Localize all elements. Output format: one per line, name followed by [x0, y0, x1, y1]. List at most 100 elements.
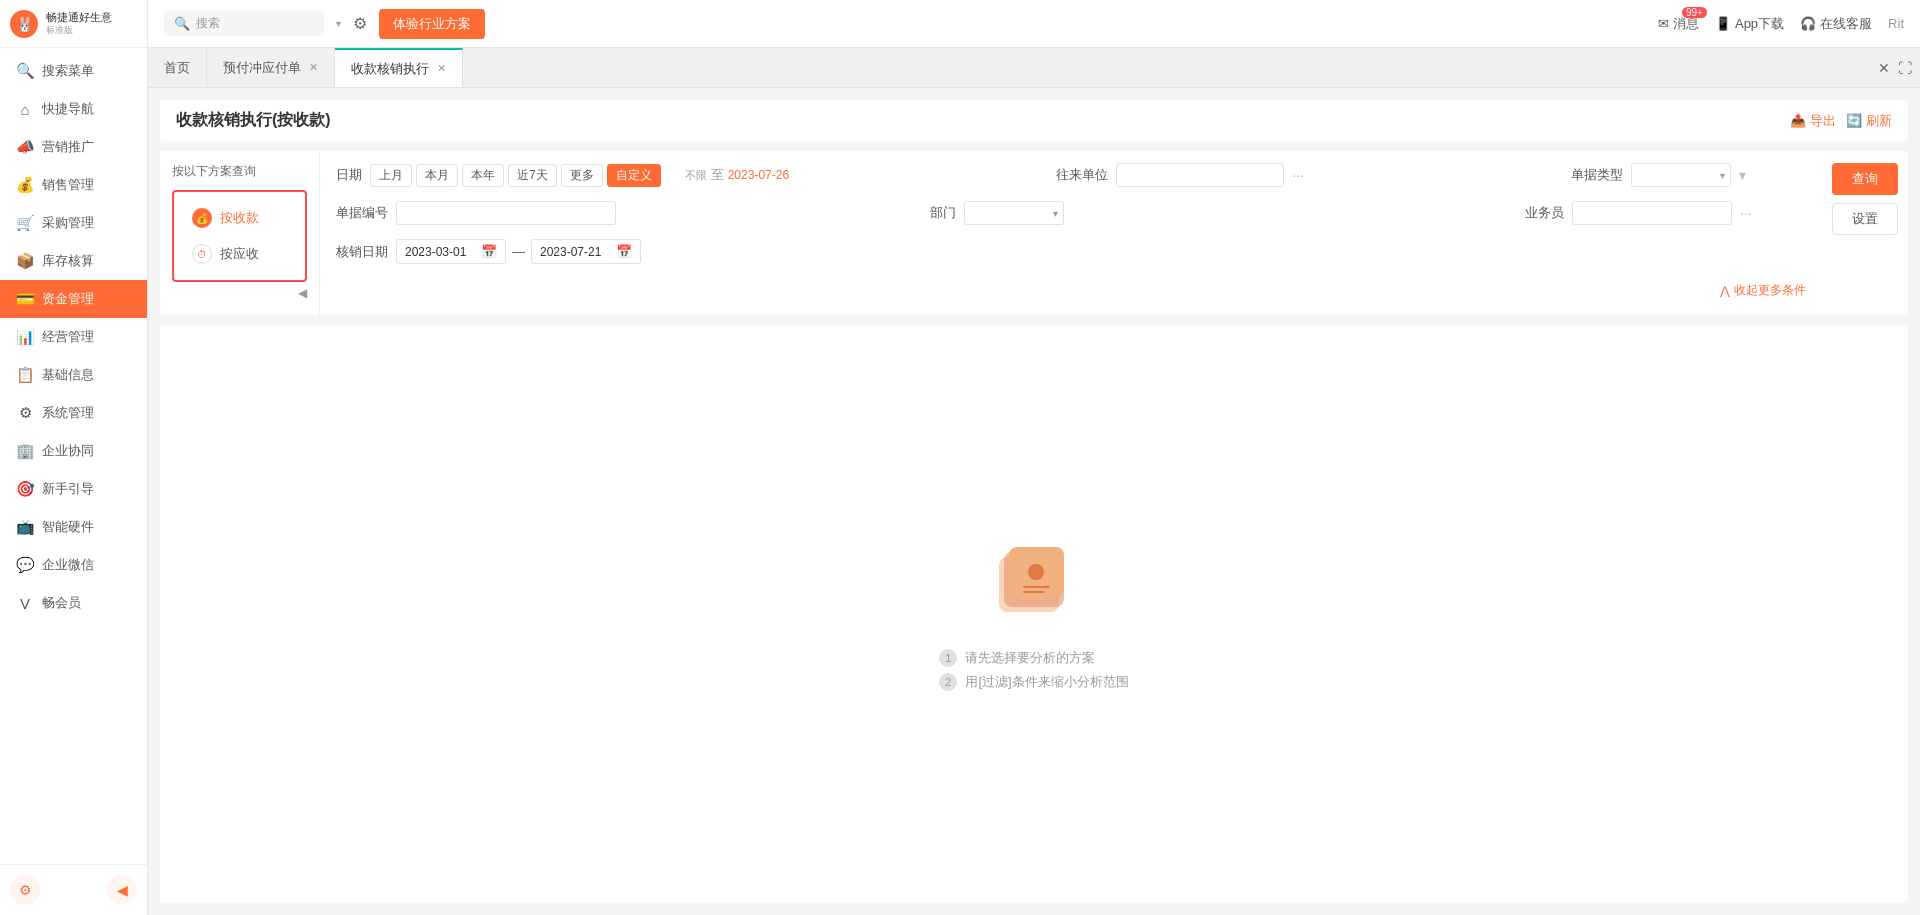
- sidebar-item-sales[interactable]: 💰 销售管理: [0, 166, 147, 204]
- sidebar-item-inventory[interactable]: 📦 库存核算: [0, 242, 147, 280]
- app-download-button[interactable]: 📱 App下载: [1715, 15, 1784, 33]
- staff-label: 业务员: [1525, 204, 1564, 222]
- filter-actions: 查询 设置: [1822, 151, 1908, 315]
- step-1-text: 请先选择要分析的方案: [965, 649, 1095, 667]
- message-button[interactable]: ✉ 消息 99+: [1658, 15, 1699, 33]
- online-service-button[interactable]: 🎧 在线客服: [1800, 15, 1872, 33]
- app-logo: 🐰 畅捷通好生意 标准版: [0, 0, 147, 48]
- sidebar-item-search[interactable]: 🔍 搜索菜单: [0, 52, 147, 90]
- nav-icon-guide: 🎯: [16, 480, 34, 498]
- voucher-no-input[interactable]: [396, 201, 616, 225]
- collapse-icon: ⋀: [1720, 284, 1730, 298]
- tab-prepay[interactable]: 预付冲应付单 ✕: [207, 48, 335, 87]
- by-receipt-icon: 💰: [192, 208, 212, 228]
- sidebar-item-purchase[interactable]: 🛒 采购管理: [0, 204, 147, 242]
- custom-btn[interactable]: 自定义: [607, 164, 661, 187]
- sidebar-item-system[interactable]: ⚙ 系统管理: [0, 394, 147, 432]
- this-month-btn[interactable]: 本月: [416, 164, 458, 187]
- sidebar-item-member[interactable]: V 畅会员: [0, 584, 147, 622]
- verify-date-field: 核销日期 2023-03-01 📅 — 2023-07-21 📅: [336, 239, 1806, 264]
- filter-sidebar-title: 按以下方案查询: [172, 163, 307, 180]
- message-icon: ✉: [1658, 16, 1669, 31]
- nav-label-wechat: 企业微信: [42, 556, 94, 574]
- collapse-label: 收起更多条件: [1734, 282, 1806, 299]
- export-label: 导出: [1810, 112, 1836, 130]
- sidebar-item-finance[interactable]: 💳 资金管理: [0, 280, 147, 318]
- tab-expand-icon[interactable]: ⛶: [1898, 60, 1912, 76]
- sidebar-item-marketing[interactable]: 📣 营销推广: [0, 128, 147, 166]
- query-button[interactable]: 查询: [1832, 163, 1898, 195]
- filter-row-3: 核销日期 2023-03-01 📅 — 2023-07-21 📅: [336, 239, 1806, 264]
- solution-button[interactable]: 体验行业方案: [379, 9, 485, 39]
- export-icon: 📤: [1790, 113, 1806, 128]
- tab-actions: ✕ ⛶: [1870, 48, 1920, 87]
- verify-date-end-value: 2023-07-21: [540, 245, 601, 259]
- counterparty-field: 往来单位 ···: [1056, 163, 1304, 187]
- settings-button[interactable]: 设置: [1832, 203, 1898, 235]
- filter-option-by-receipt[interactable]: 💰 按收款: [182, 200, 297, 236]
- tab-close-all-icon[interactable]: ✕: [1878, 60, 1890, 76]
- counterparty-input[interactable]: [1116, 163, 1284, 187]
- topbar-search-box[interactable]: 🔍 搜索: [164, 11, 324, 36]
- sidebar-item-enterprise[interactable]: 🏢 企业协同: [0, 432, 147, 470]
- verify-date-end-calendar-icon: 📅: [616, 244, 632, 259]
- service-label: 在线客服: [1820, 15, 1872, 33]
- tab-prepay-close[interactable]: ✕: [309, 61, 318, 74]
- nav-label-hardware: 智能硬件: [42, 518, 94, 536]
- prev-month-btn[interactable]: 上月: [370, 164, 412, 187]
- dept-select[interactable]: [964, 201, 1064, 225]
- step-1-num: 1: [939, 649, 957, 667]
- verify-date-end-input[interactable]: 2023-07-21 📅: [531, 239, 641, 264]
- nav-label-basic: 基础信息: [42, 366, 94, 384]
- dept-label: 部门: [930, 204, 956, 222]
- message-badge: 99+: [1682, 7, 1707, 18]
- staff-field: 业务员 ···: [1525, 201, 1806, 225]
- counterparty-more-dots[interactable]: ···: [1292, 167, 1304, 183]
- nav-label-member: 畅会员: [42, 594, 81, 612]
- tab-receipt-verify[interactable]: 收款核销执行 ✕: [335, 48, 463, 87]
- nav-label-system: 系统管理: [42, 404, 94, 422]
- topbar-gear-icon[interactable]: ⚙: [353, 14, 367, 33]
- date-buttons-group: 上月 本月 本年 近7天 更多 自定义: [370, 164, 661, 187]
- verify-date-start-calendar-icon: 📅: [481, 244, 497, 259]
- nav-icon-operation: 📊: [16, 328, 34, 346]
- more-btn[interactable]: 更多: [561, 164, 603, 187]
- sidebar-item-hardware[interactable]: 📺 智能硬件: [0, 508, 147, 546]
- 7days-btn[interactable]: 近7天: [508, 164, 557, 187]
- app-icon: 📱: [1715, 16, 1731, 31]
- sidebar-nav: 🔍 搜索菜单⌂ 快捷导航📣 营销推广💰 销售管理🛒 采购管理📦 库存核算💳 资金…: [0, 48, 147, 864]
- nav-label-inventory: 库存核算: [42, 252, 94, 270]
- page-header: 收款核销执行(按收款) 📤 导出 🔄 刷新: [160, 100, 1908, 141]
- export-button[interactable]: 📤 导出: [1790, 112, 1836, 130]
- filter-collapse-button[interactable]: ◀: [172, 286, 307, 300]
- sidebar-item-basic[interactable]: 📋 基础信息: [0, 356, 147, 394]
- staff-input[interactable]: [1572, 201, 1732, 225]
- by-receipt-label: 按收款: [220, 209, 259, 227]
- collapse-more-area: ⋀ 收起更多条件: [336, 278, 1806, 303]
- tab-receipt-verify-close[interactable]: ✕: [437, 62, 446, 75]
- sidebar-item-guide[interactable]: 🎯 新手引导: [0, 470, 147, 508]
- sidebar-item-operation[interactable]: 📊 经营管理: [0, 318, 147, 356]
- user-name[interactable]: Rit: [1888, 16, 1904, 31]
- verify-date-start-input[interactable]: 2023-03-01 📅: [396, 239, 506, 264]
- staff-more-dots[interactable]: ···: [1740, 205, 1752, 221]
- filter-option-by-receivable[interactable]: ⏱ 按应收: [182, 236, 297, 272]
- nav-label-purchase: 采购管理: [42, 214, 94, 232]
- tab-home[interactable]: 首页: [148, 48, 207, 87]
- sidebar-item-wechat[interactable]: 💬 企业微信: [0, 546, 147, 584]
- this-year-btn[interactable]: 本年: [462, 164, 504, 187]
- refresh-button[interactable]: 🔄 刷新: [1846, 112, 1892, 130]
- voucher-type-select-wrapper: [1631, 163, 1731, 187]
- collapse-more-button[interactable]: ⋀ 收起更多条件: [1720, 278, 1806, 303]
- settings-icon[interactable]: ⚙: [10, 875, 40, 905]
- date-separator-text: 至: [711, 166, 724, 184]
- collapse-sidebar-icon[interactable]: ◀: [107, 875, 137, 905]
- sidebar-item-quick-nav[interactable]: ⌂ 快捷导航: [0, 90, 147, 128]
- voucher-type-dots[interactable]: ▾: [1739, 167, 1746, 183]
- search-placeholder-text: 搜索: [196, 15, 220, 32]
- refresh-label: 刷新: [1866, 112, 1892, 130]
- filter-form-area: 日期 上月 本月 本年 近7天 更多 自定义 不限: [320, 151, 1822, 315]
- topbar-dropdown-arrow[interactable]: ▾: [336, 18, 341, 29]
- empty-illustration: [984, 537, 1084, 637]
- voucher-type-select[interactable]: [1631, 163, 1731, 187]
